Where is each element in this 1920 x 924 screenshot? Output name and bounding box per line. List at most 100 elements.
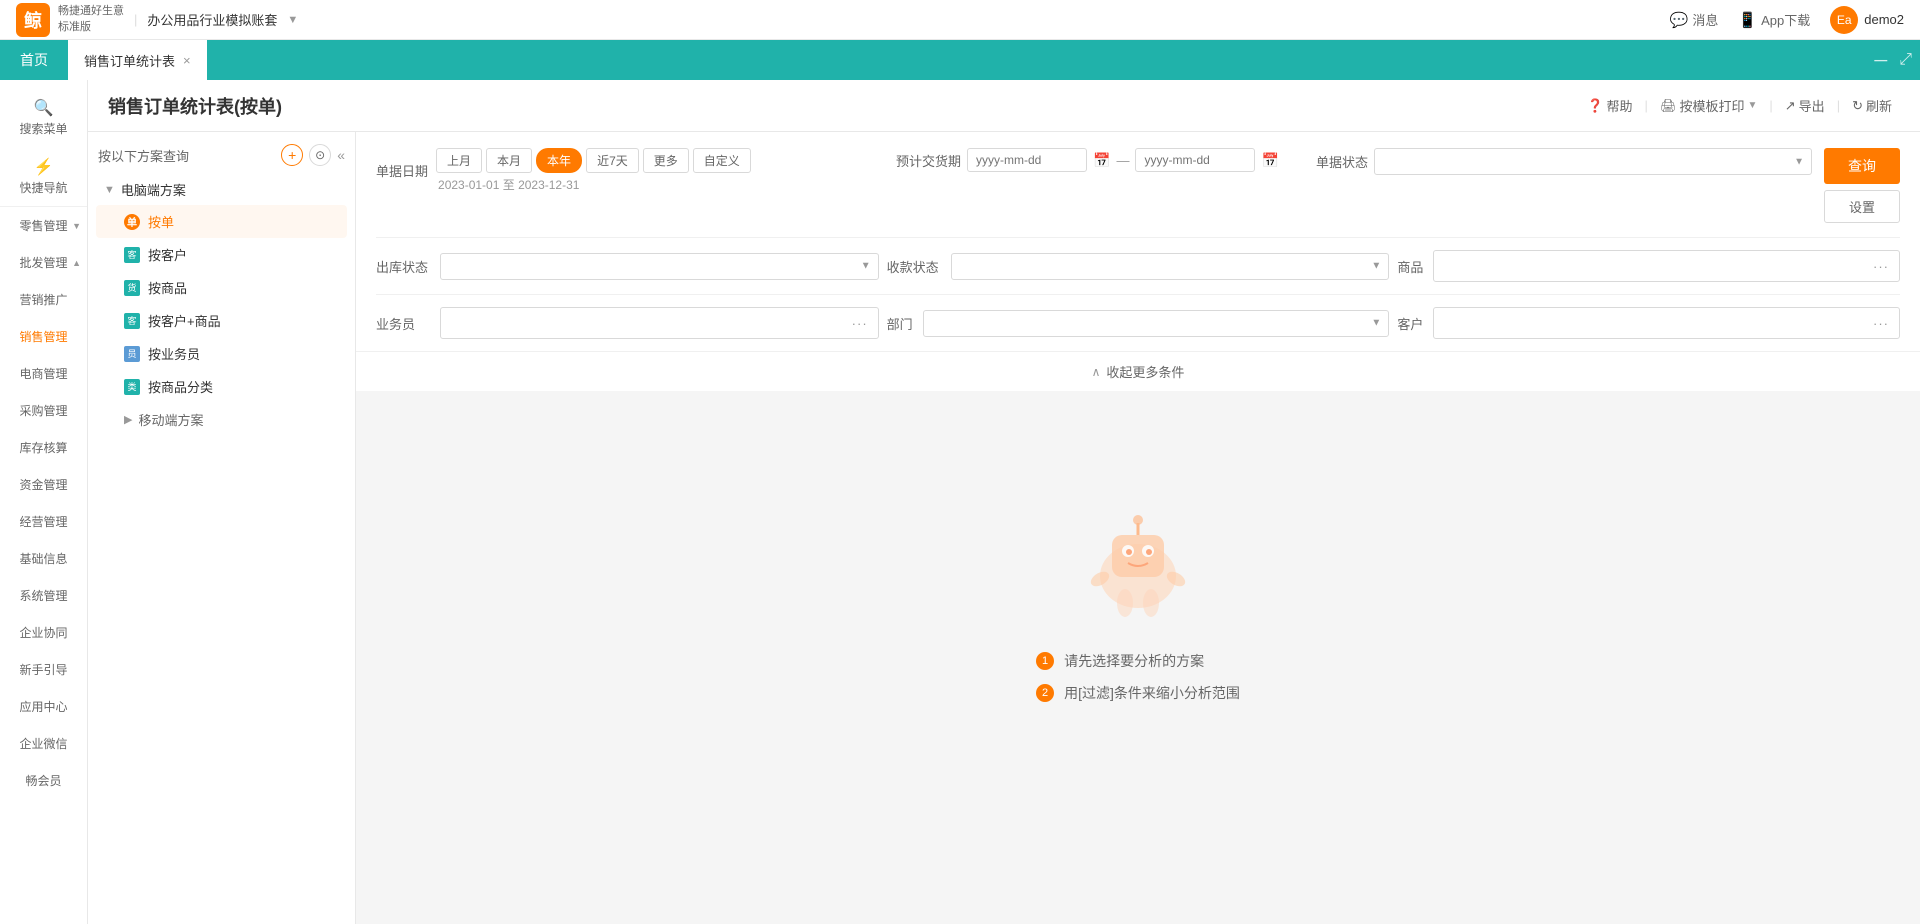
query-button[interactable]: 查询 <box>1824 148 1900 184</box>
topbar-divider: | <box>134 12 137 27</box>
expected-date-start-calendar-icon[interactable]: 📅 <box>1093 152 1110 169</box>
tree-child-bysalesperson[interactable]: 员 按业务员 <box>96 337 347 370</box>
help-icon: ❓ <box>1587 98 1603 114</box>
date-btn-thismonth[interactable]: 本月 <box>486 148 532 173</box>
app-download-action[interactable]: 📱 App下载 <box>1738 10 1810 29</box>
filter-cell-shipment: 出库状态 ▼ <box>376 250 879 282</box>
status-select-wrapper: ▼ <box>1374 148 1812 175</box>
tab-active[interactable]: 销售订单统计表 × <box>68 40 207 80</box>
date-btn-custom[interactable]: 自定义 <box>693 148 751 173</box>
sidebar-item-wholesale[interactable]: 批发管理 ▲ <box>0 244 87 281</box>
date-range-sep: — <box>1116 153 1129 168</box>
expected-date-end-input[interactable] <box>1135 148 1255 172</box>
sidebar-item-sales[interactable]: 销售管理 <box>0 318 87 355</box>
sidebar-item-wechat[interactable]: 企业微信 <box>0 725 87 762</box>
sidebar-item-operations[interactable]: 经营管理 <box>0 503 87 540</box>
tree-child-byproduct[interactable]: 货 按商品 <box>96 271 347 304</box>
collapse-more-label: 收起更多条件 <box>1106 362 1184 381</box>
tree-child-bycustomerproduct[interactable]: 客 按客户+商品 <box>96 304 347 337</box>
page-header: 销售订单统计表(按单) ❓ 帮助 | 🖨 按模板打印 ▼ | ↗ 导出 | <box>88 80 1920 132</box>
shipment-select[interactable] <box>440 253 879 280</box>
customer-input[interactable]: ··· <box>1433 307 1900 339</box>
salesperson-label: 业务员 <box>376 314 432 333</box>
date-range-display: 2023-01-01 至 2023-12-31 <box>436 176 751 193</box>
print-template-btn[interactable]: 🖨 按模板打印 ▼ <box>1652 92 1765 119</box>
app-title-dropdown[interactable]: ▼ <box>287 14 298 26</box>
settings-button[interactable]: 设置 <box>1824 190 1900 223</box>
expected-date-end-calendar-icon[interactable]: 📅 <box>1261 152 1278 169</box>
add-plan-btn[interactable]: + <box>281 144 303 166</box>
export-btn[interactable]: ↗ 导出 <box>1777 92 1833 119</box>
sidebar-item-finance[interactable]: 资金管理 <box>0 466 87 503</box>
tree-parent-mobile-arrow: ▶ <box>124 413 132 426</box>
inner-layout: 按以下方案查询 + ⊙ « ▼ 电脑端方案 单 <box>88 132 1920 924</box>
content-area: 销售订单统计表(按单) ❓ 帮助 | 🖨 按模板打印 ▼ | ↗ 导出 | <box>88 80 1920 924</box>
main-layout: 🔍 搜索菜单 ⚡ 快捷导航 零售管理 ▼ 批发管理 ▲ 营销推广 销售管理 电商… <box>0 80 1920 924</box>
query-btn-group: 查询 设置 <box>1824 148 1900 223</box>
filter-cell-date: 单据日期 上月 本月 本年 近7天 更多 自定义 20 <box>376 148 896 193</box>
filter-cell-customer: 客户 ··· <box>1397 307 1900 339</box>
sidebar-item-enterprise[interactable]: 企业协同 <box>0 614 87 651</box>
sidebar-item-retail[interactable]: 零售管理 ▼ <box>0 207 87 244</box>
message-action[interactable]: 💬 消息 <box>1670 10 1719 29</box>
customer-dots: ··· <box>1873 316 1889 331</box>
help-btn[interactable]: ❓ 帮助 <box>1579 92 1640 119</box>
left-panel: 按以下方案查询 + ⊙ « ▼ 电脑端方案 单 <box>88 132 356 924</box>
date-label: 单据日期 <box>376 161 428 180</box>
print-dropdown-icon[interactable]: ▼ <box>1747 100 1757 111</box>
sidebar-item-search[interactable]: 🔍 搜索菜单 <box>0 88 87 147</box>
date-btn-more[interactable]: 更多 <box>643 148 689 173</box>
department-select[interactable] <box>923 310 1390 337</box>
sidebar-item-system[interactable]: 系统管理 <box>0 577 87 614</box>
sidebar-item-quicknav[interactable]: ⚡ 快捷导航 <box>0 147 87 207</box>
sidebar-item-newbie[interactable]: 新手引导 <box>0 651 87 688</box>
tree-child-bycustomer[interactable]: 客 按客户 <box>96 238 347 271</box>
expected-date-start-input[interactable] <box>967 148 1087 172</box>
edit-plan-btn[interactable]: ⊙ <box>309 144 331 166</box>
right-panel: 单据日期 上月 本月 本年 近7天 更多 自定义 20 <box>356 132 1920 924</box>
sidebar-item-member[interactable]: 畅会员 <box>0 762 87 799</box>
empty-state-illustration <box>1068 491 1208 631</box>
tree-child-byproductcat[interactable]: 类 按商品分类 <box>96 370 347 403</box>
tree-parent-mobile[interactable]: ▶ 移动端方案 <box>96 403 347 436</box>
date-btn-thisyear[interactable]: 本年 <box>536 148 582 173</box>
product-input[interactable]: ··· <box>1433 250 1900 282</box>
sidebar-item-purchase[interactable]: 采购管理 <box>0 392 87 429</box>
empty-step-1: 1 请先选择要分析的方案 <box>1036 651 1240 671</box>
page-actions: ❓ 帮助 | 🖨 按模板打印 ▼ | ↗ 导出 | ↻ 刷新 <box>1579 92 1900 119</box>
date-btn-lastmonth[interactable]: 上月 <box>436 148 482 173</box>
collapse-panel-btn[interactable]: « <box>337 147 345 163</box>
payment-label: 收款状态 <box>887 257 943 276</box>
tree-parent-pc[interactable]: ▼ 电脑端方案 <box>96 174 347 205</box>
date-btn-last7days[interactable]: 近7天 <box>586 148 639 173</box>
sidebar-item-appcenter[interactable]: 应用中心 <box>0 688 87 725</box>
tree-child-byorder[interactable]: 单 按单 <box>96 205 347 238</box>
date-quick-btns: 上月 本月 本年 近7天 更多 自定义 <box>436 148 751 173</box>
logo: 鲸 畅捷通好生意 标准版 <box>16 3 124 37</box>
user-profile[interactable]: Ea demo2 <box>1830 6 1904 34</box>
status-select[interactable] <box>1374 148 1812 175</box>
step2-text: 用[过滤]条件来缩小分析范围 <box>1064 683 1240 703</box>
topbar: 鲸 畅捷通好生意 标准版 | 办公用品行业模拟账套 ▼ 💬 消息 📱 App下载… <box>0 0 1920 40</box>
tree-parent-mobile-label: 移动端方案 <box>138 410 203 429</box>
sidebar-item-marketing[interactable]: 营销推广 <box>0 281 87 318</box>
app-title: 办公用品行业模拟账套 <box>147 10 277 29</box>
collapse-more-btn[interactable]: ∧ 收起更多条件 <box>356 351 1920 391</box>
sidebar-item-ecommerce[interactable]: 电商管理 <box>0 355 87 392</box>
tab-home[interactable]: 首页 <box>0 40 68 80</box>
tab-close-btn[interactable]: × <box>183 53 191 68</box>
salesperson-input[interactable]: ··· <box>440 307 879 339</box>
sidebar-item-basic[interactable]: 基础信息 <box>0 540 87 577</box>
filter-row-3: 业务员 ··· 部门 ▼ <box>376 294 1900 351</box>
date-controls: 上月 本月 本年 近7天 更多 自定义 2023-01-01 至 2023-12… <box>436 148 751 193</box>
minimize-icon[interactable]: ─ <box>1874 50 1887 71</box>
refresh-btn[interactable]: ↻ 刷新 <box>1844 92 1900 119</box>
payment-select[interactable] <box>951 253 1390 280</box>
filter-row-1: 单据日期 上月 本月 本年 近7天 更多 自定义 20 <box>376 148 1900 223</box>
payment-select-wrapper: ▼ <box>951 253 1390 280</box>
tree-parent-label: 电脑端方案 <box>121 180 186 199</box>
sidebar-item-inventory[interactable]: 库存核算 <box>0 429 87 466</box>
panel-title: 按以下方案查询 <box>98 146 189 165</box>
step1-text: 请先选择要分析的方案 <box>1064 651 1204 671</box>
maximize-icon[interactable]: ⤢ <box>1899 51 1912 69</box>
